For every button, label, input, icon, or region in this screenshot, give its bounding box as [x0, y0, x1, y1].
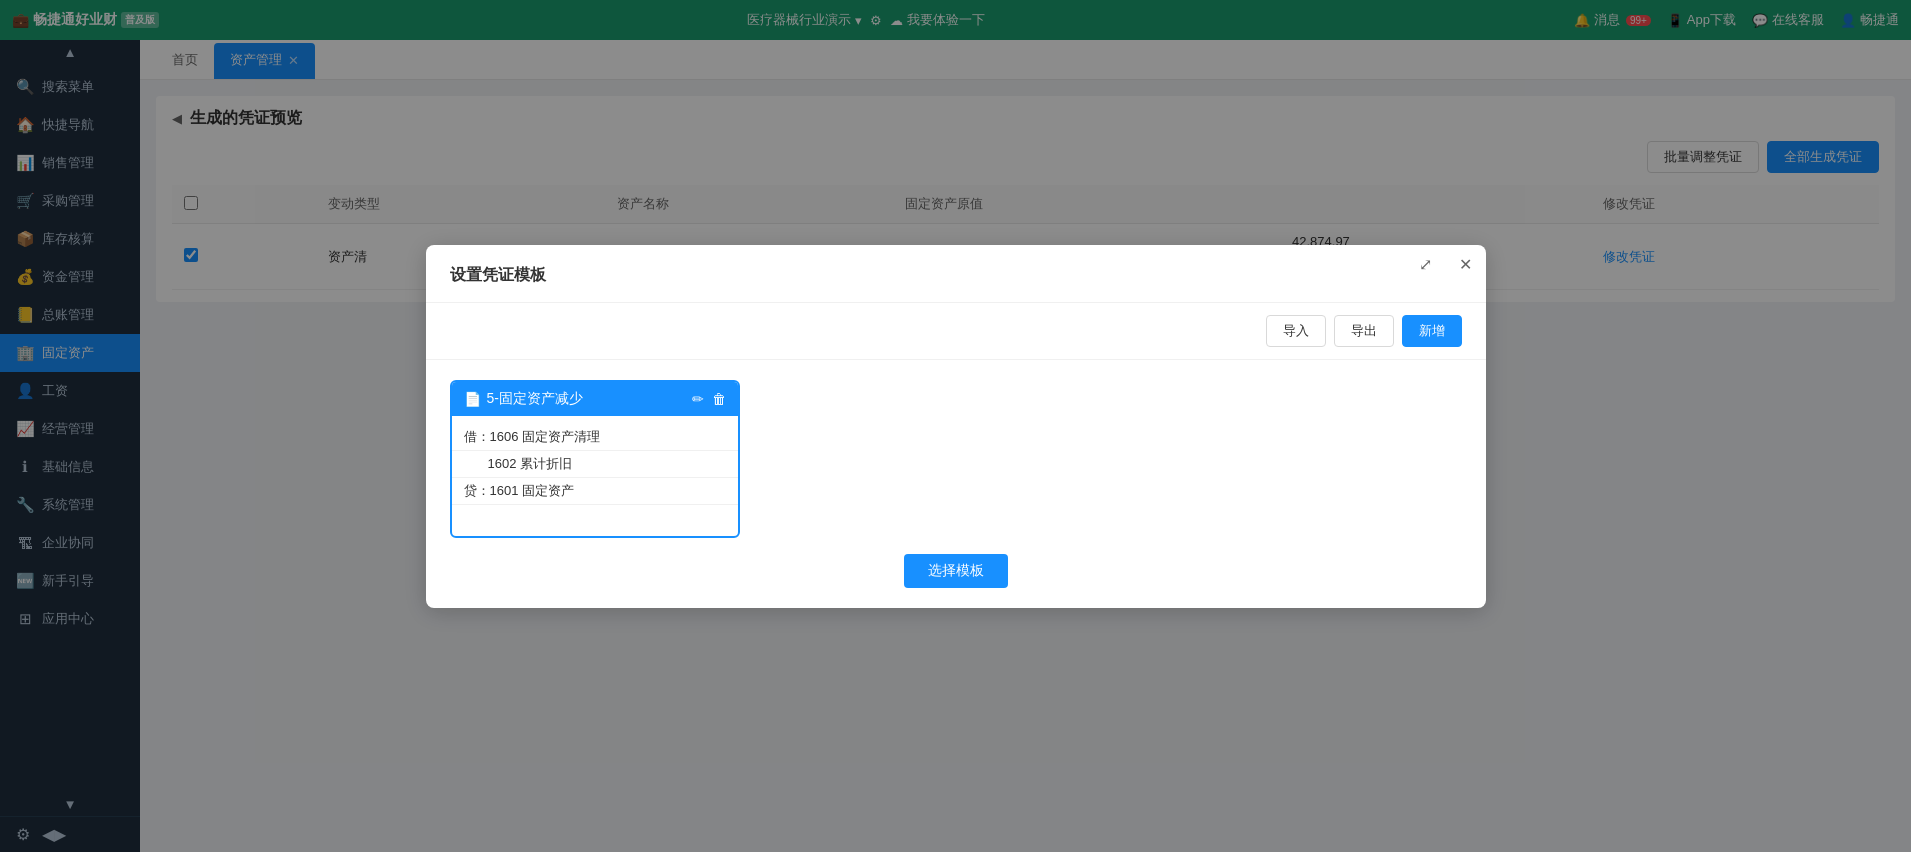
modal-title: 设置凭证模板 — [450, 265, 546, 286]
template-entry-row: 借：1606 固定资产清理 — [452, 424, 738, 451]
select-btn-row: 选择模板 — [450, 554, 1462, 588]
entry-type-debit: 借：1606 固定资产清理 — [464, 428, 624, 446]
modal-expand-btn[interactable]: ⤢ — [1406, 245, 1446, 285]
modal-header: 设置凭证模板 — [426, 245, 1486, 303]
template-list: 📄 5-固定资产减少 ✏ 🗑 借：1606 固定资产清理 — [450, 380, 1462, 538]
entry-credit-amount — [675, 428, 726, 446]
template-entry-row: 贷：1601 固定资产 — [452, 478, 738, 505]
entry-debit-amount — [624, 428, 675, 446]
template-name: 5-固定资产减少 — [487, 390, 583, 408]
template-header-right: ✏ 🗑 — [692, 391, 726, 407]
select-template-btn[interactable]: 选择模板 — [904, 554, 1008, 588]
modal-body: 📄 5-固定资产减少 ✏ 🗑 借：1606 固定资产清理 — [426, 360, 1486, 608]
entry-subject: 1602 累计折旧 — [464, 455, 624, 473]
template-card-header: 📄 5-固定资产减少 ✏ 🗑 — [452, 382, 738, 416]
voucher-template-modal: ⤢ ✕ 设置凭证模板 导入 导出 新增 📄 5-固定资产减少 — [426, 245, 1486, 608]
template-card: 📄 5-固定资产减少 ✏ 🗑 借：1606 固定资产清理 — [450, 380, 740, 538]
template-entry-empty — [452, 505, 738, 528]
close-icon: ✕ — [1459, 255, 1472, 274]
export-btn[interactable]: 导出 — [1334, 315, 1394, 347]
modal-toolbar: 导入 导出 新增 — [426, 303, 1486, 360]
modal-close-btn[interactable]: ✕ — [1446, 245, 1486, 285]
template-delete-icon[interactable]: 🗑 — [712, 391, 726, 407]
entry-type-credit: 贷：1601 固定资产 — [464, 482, 624, 500]
template-edit-icon[interactable]: ✏ — [692, 391, 704, 407]
entry-credit-amount — [675, 455, 726, 473]
template-doc-icon: 📄 — [464, 391, 481, 407]
template-header-left: 📄 5-固定资产减少 — [464, 390, 583, 408]
expand-icon: ⤢ — [1419, 255, 1432, 274]
template-body: 借：1606 固定资产清理 1602 累计折旧 贷：1601 固定资产 — [452, 416, 738, 536]
entry-debit-amount — [624, 455, 675, 473]
modal-window-controls: ⤢ ✕ — [1406, 245, 1486, 285]
new-btn[interactable]: 新增 — [1402, 315, 1462, 347]
import-btn[interactable]: 导入 — [1266, 315, 1326, 347]
entry-debit-amount — [624, 482, 675, 500]
entry-credit-amount — [675, 482, 726, 500]
template-entry-row: 1602 累计折旧 — [452, 451, 738, 478]
modal-overlay: ⤢ ✕ 设置凭证模板 导入 导出 新增 📄 5-固定资产减少 — [0, 0, 1911, 852]
